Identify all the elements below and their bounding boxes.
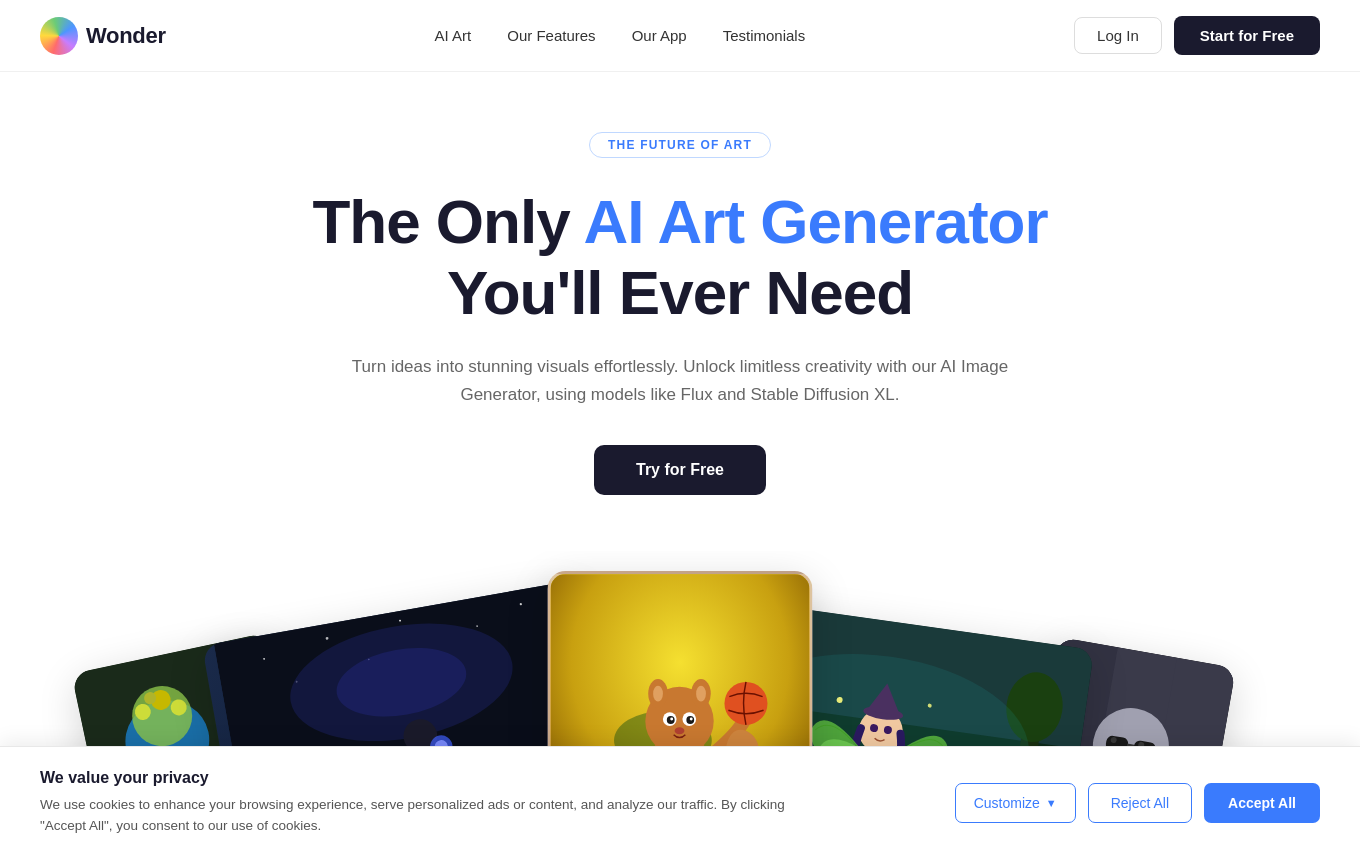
hero-section: THE FUTURE OF ART The Only AI Art Genera… — [0, 72, 1360, 859]
accept-all-button[interactable]: Accept All — [1204, 783, 1320, 823]
login-button[interactable]: Log In — [1074, 17, 1162, 54]
svg-point-40 — [675, 727, 685, 734]
customize-button[interactable]: Customize ▼ — [955, 783, 1076, 823]
nav-links: AI Art Our Features Our App Testimonials — [435, 27, 806, 44]
svg-point-42 — [724, 682, 767, 725]
nav-item-testimonials[interactable]: Testimonials — [723, 27, 806, 44]
svg-point-32 — [653, 686, 663, 702]
customize-label: Customize — [974, 795, 1040, 811]
hero-title-line2: You'll Ever Need — [447, 258, 913, 327]
nav-actions: Log In Start for Free — [1074, 16, 1320, 55]
cookie-text-block: We value your privacy We use cookies to … — [40, 769, 935, 837]
reject-all-button[interactable]: Reject All — [1088, 783, 1192, 823]
hero-subtitle: Turn ideas into stunning visuals effortl… — [340, 353, 1020, 409]
cookie-description: We use cookies to enhance your browsing … — [40, 795, 800, 837]
nav-item-ai-art[interactable]: AI Art — [435, 27, 472, 44]
hero-title-blue: AI Art Generator — [584, 187, 1048, 256]
nav-item-app[interactable]: Our App — [632, 27, 687, 44]
logo-icon — [40, 17, 78, 55]
cookie-title: We value your privacy — [40, 769, 935, 787]
svg-point-33 — [696, 686, 706, 702]
hero-title-plain: The Only — [312, 187, 583, 256]
try-for-free-button[interactable]: Try for Free — [594, 445, 766, 495]
cookie-banner: We value your privacy We use cookies to … — [0, 746, 1360, 859]
brand-logo[interactable]: Wonder — [40, 17, 166, 55]
brand-name: Wonder — [86, 23, 166, 49]
hero-badge: THE FUTURE OF ART — [589, 132, 771, 158]
navbar: Wonder AI Art Our Features Our App Testi… — [0, 0, 1360, 72]
nav-item-features[interactable]: Our Features — [507, 27, 595, 44]
cookie-actions: Customize ▼ Reject All Accept All — [955, 783, 1320, 823]
svg-point-39 — [690, 717, 693, 720]
hero-title: The Only AI Art Generator You'll Ever Ne… — [20, 186, 1340, 329]
start-for-free-button[interactable]: Start for Free — [1174, 16, 1320, 55]
svg-point-38 — [670, 717, 673, 720]
chevron-down-icon: ▼ — [1046, 797, 1057, 809]
